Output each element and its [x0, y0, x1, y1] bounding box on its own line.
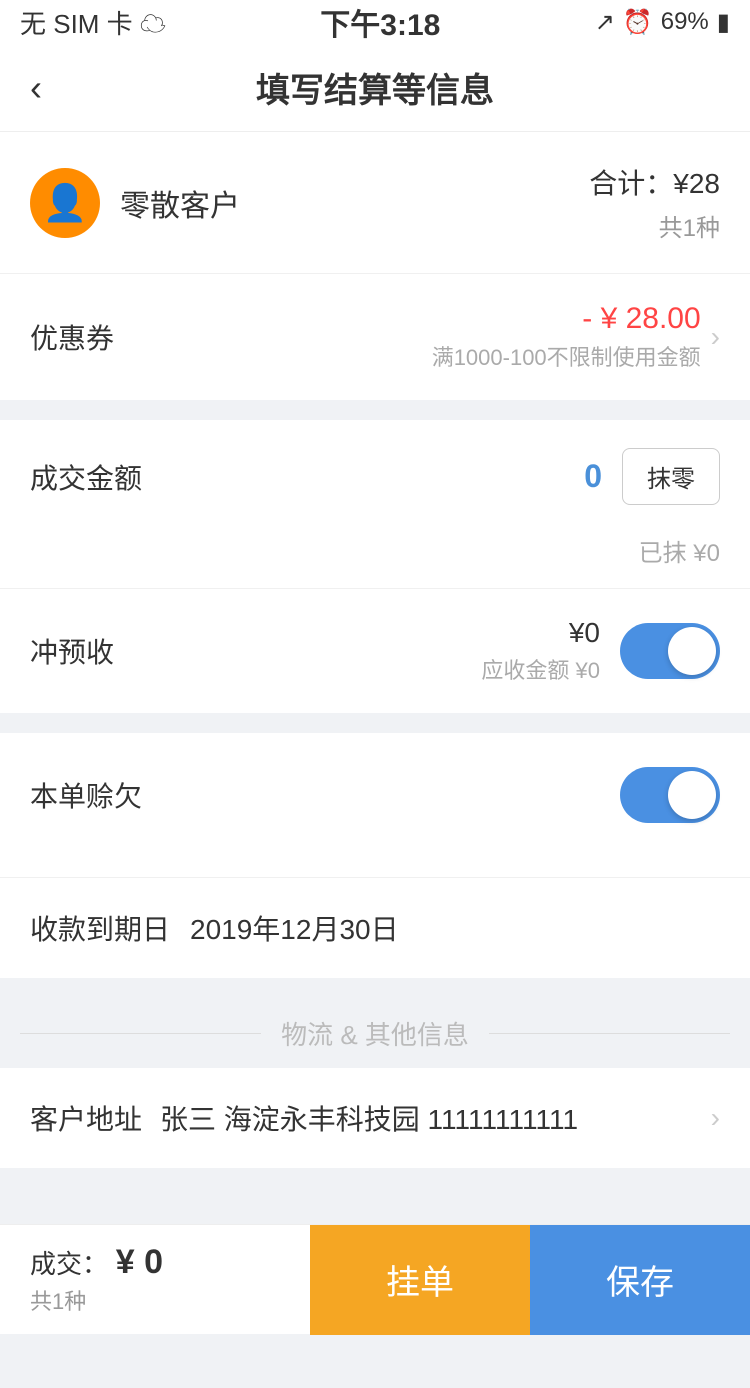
sim-status: 无 SIM 卡 ☁: [20, 4, 166, 41]
prepay-amount: ¥0: [481, 617, 600, 649]
prepay-toggle[interactable]: [620, 623, 720, 679]
prepay-info: ¥0 应收金额 ¥0: [481, 617, 600, 685]
logistics-divider: 物流 & 其他信息: [0, 998, 750, 1068]
transaction-label: 成交金额: [30, 457, 142, 497]
customer-right: 合计：¥28 共1种: [589, 162, 720, 243]
back-button[interactable]: ‹: [30, 67, 42, 109]
bottom-deal-label: 成交：: [30, 1249, 108, 1279]
debt-toggle-knob: [668, 771, 716, 819]
coupon-desc: 满1000-100不限制使用金额: [432, 340, 701, 372]
customer-count: 共1种: [589, 208, 720, 243]
transaction-value[interactable]: 0: [584, 458, 602, 495]
round-off-button[interactable]: 抹零: [622, 448, 720, 505]
status-time: 下午3:18: [320, 0, 440, 44]
prepay-right: ¥0 应收金额 ¥0: [481, 617, 720, 685]
coupon-row[interactable]: 优惠券 - ¥ 28.00 满1000-100不限制使用金额 ›: [0, 273, 750, 400]
duedate-row: 收款到期日 2019年12月30日: [0, 877, 750, 978]
status-left: 无 SIM 卡 ☁: [20, 4, 166, 41]
coupon-right: - ¥ 28.00 满1000-100不限制使用金额 ›: [432, 302, 720, 372]
debt-label: 本单赊欠: [30, 775, 142, 815]
transaction-sub: 已抹 ¥0: [0, 533, 750, 588]
hold-button[interactable]: 挂单: [310, 1225, 530, 1335]
address-label: 客户地址: [30, 1098, 150, 1138]
bottom-deal-count: 共1种: [30, 1284, 280, 1316]
toggle-knob: [668, 627, 716, 675]
bottom-bar: 成交： ¥ 0 共1种 挂单 保存: [0, 1224, 750, 1334]
bottom-deal-label-row: 成交： ¥ 0: [30, 1243, 280, 1282]
customer-name: 零散客户: [120, 181, 240, 225]
logistics-line-right: [489, 1033, 730, 1034]
duedate-value: 2019年12月30日: [190, 908, 399, 948]
coupon-amount: - ¥ 28.00: [432, 302, 701, 336]
coupon-label: 优惠券: [30, 317, 114, 357]
location-icon: ↗: [595, 8, 615, 37]
debt-toggle[interactable]: [620, 767, 720, 823]
battery-icon: ▮: [717, 8, 730, 37]
address-row[interactable]: 客户地址 张三 海淀永丰科技园 11111111111 ›: [0, 1068, 750, 1168]
debt-row: 本单赊欠: [0, 733, 750, 857]
prepay-label: 冲预收: [30, 631, 114, 671]
customer-section: 👤 零散客户 合计：¥28 共1种 优惠券 - ¥ 28.00 满1000-10…: [0, 132, 750, 400]
customer-left: 👤 零散客户: [30, 168, 240, 238]
save-button[interactable]: 保存: [530, 1225, 750, 1335]
page-title: 填写结算等信息: [256, 63, 494, 112]
alarm-icon: ⏰: [623, 8, 653, 37]
address-chevron-icon: ›: [711, 1102, 720, 1134]
customer-avatar: 👤: [30, 168, 100, 238]
debt-section: 本单赊欠 收款到期日 2019年12月30日: [0, 733, 750, 978]
bottom-left: 成交： ¥ 0 共1种: [0, 1243, 310, 1316]
battery-level: 69%: [661, 8, 709, 36]
customer-row: 👤 零散客户 合计：¥28 共1种: [0, 132, 750, 273]
status-right: ↗ ⏰ 69% ▮: [595, 8, 730, 37]
transaction-right: 0 抹零: [584, 448, 720, 505]
duedate-label: 收款到期日: [30, 908, 170, 948]
status-bar: 无 SIM 卡 ☁ 下午3:18 ↗ ⏰ 69% ▮: [0, 0, 750, 44]
transaction-row: 成交金额 0 抹零: [0, 420, 750, 533]
coupon-info: - ¥ 28.00 满1000-100不限制使用金额: [432, 302, 701, 372]
logistics-line-left: [20, 1033, 261, 1034]
nav-bar: ‹ 填写结算等信息: [0, 44, 750, 132]
bottom-deal-amount: ¥ 0: [116, 1243, 163, 1281]
prepay-sub: 应收金额 ¥0: [481, 653, 600, 685]
address-value: 张三 海淀永丰科技园 11111111111: [160, 1098, 701, 1138]
logistics-text: 物流 & 其他信息: [281, 1015, 469, 1052]
prepay-row: 冲预收 ¥0 应收金额 ¥0: [0, 588, 750, 713]
person-icon: 👤: [43, 182, 88, 224]
customer-total: 合计：¥28: [589, 162, 720, 202]
chevron-right-icon: ›: [711, 321, 720, 353]
transaction-section: 成交金额 0 抹零 已抹 ¥0 冲预收 ¥0 应收金额 ¥0: [0, 420, 750, 713]
